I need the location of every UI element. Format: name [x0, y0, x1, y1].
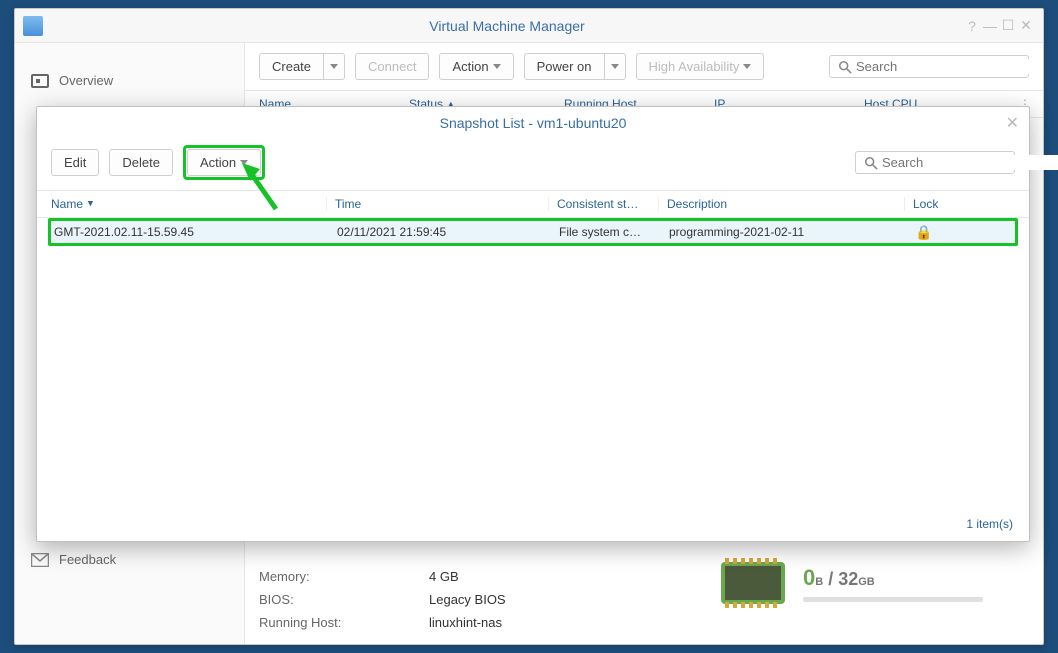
snap-col-time[interactable]: Time [326, 197, 548, 211]
search-icon [838, 60, 852, 74]
host-memory-widget: 0B / 32GB [721, 562, 983, 604]
snap-time: 02/11/2021 21:59:45 [329, 225, 551, 239]
minimize-button[interactable]: — [981, 18, 999, 34]
modal-action-button[interactable]: Action [187, 149, 261, 176]
main-search-input[interactable] [856, 59, 1032, 74]
search-icon [864, 156, 878, 170]
power-button[interactable]: Power on [524, 53, 605, 80]
snapshot-grid-header: Name ▲ Time Consistent st… Description L… [37, 190, 1029, 218]
sidebar-item-overview[interactable]: Overview [15, 61, 244, 100]
help-button[interactable]: ? [963, 18, 981, 34]
sidebar-item-feedback[interactable]: Feedback [15, 540, 244, 579]
chevron-down-icon [493, 64, 501, 69]
memory-bar [803, 597, 983, 602]
close-button[interactable]: ✕ [1017, 17, 1035, 34]
snap-col-consistent[interactable]: Consistent st… [548, 197, 658, 211]
modal-close-button[interactable]: ✕ [1006, 113, 1019, 133]
create-dropdown[interactable] [324, 53, 345, 80]
modal-toolbar: Edit Delete Action [37, 139, 1029, 190]
main-search[interactable] [829, 55, 1029, 78]
maximize-button[interactable]: ☐ [999, 17, 1017, 34]
overview-icon [31, 74, 49, 88]
sidebar-label-feedback: Feedback [59, 552, 116, 567]
chevron-down-icon [330, 64, 338, 69]
snapshot-modal: Snapshot List - vm1-ubuntu20 ✕ Edit Dele… [36, 106, 1030, 542]
chevron-down-icon [240, 160, 248, 165]
main-toolbar: Create Connect Action Power on High Avai… [245, 43, 1043, 91]
connect-button[interactable]: Connect [355, 53, 429, 80]
chevron-down-icon [611, 64, 619, 69]
edit-button[interactable]: Edit [51, 149, 99, 176]
power-button-group: Power on [524, 53, 626, 80]
snap-consistent: File system c… [551, 225, 661, 239]
action-button-main[interactable]: Action [439, 53, 513, 80]
power-dropdown[interactable] [605, 53, 626, 80]
snap-col-description[interactable]: Description [658, 197, 904, 211]
modal-search[interactable] [855, 151, 1015, 174]
create-button-group: Create [259, 53, 345, 80]
snap-col-lock[interactable]: Lock [904, 197, 964, 211]
action-highlight: Action [183, 145, 265, 180]
window-title: Virtual Machine Manager [51, 18, 963, 34]
sort-down-icon: ▲ [86, 199, 95, 209]
snap-col-name[interactable]: Name ▲ [51, 197, 326, 211]
snapshot-row[interactable]: GMT-2021.02.11-15.59.45 02/11/2021 21:59… [48, 218, 1018, 246]
app-icon [23, 16, 43, 36]
modal-title: Snapshot List - vm1-ubuntu20 ✕ [37, 107, 1029, 139]
create-button[interactable]: Create [259, 53, 324, 80]
ha-button[interactable]: High Availability [636, 53, 765, 80]
snap-lock: 🔒 [907, 224, 967, 241]
delete-button[interactable]: Delete [109, 149, 173, 176]
snap-description: programming-2021-02-11 [661, 225, 907, 239]
modal-search-input[interactable] [882, 155, 1058, 170]
chip-icon [721, 562, 785, 604]
memory-values: 0B / 32GB [803, 565, 983, 591]
mail-icon [31, 553, 49, 567]
lock-icon: 🔒 [915, 224, 932, 240]
modal-footer: 1 item(s) [37, 507, 1029, 541]
chevron-down-icon [743, 64, 751, 69]
snap-name: GMT-2021.02.11-15.59.45 [54, 225, 329, 239]
titlebar: Virtual Machine Manager ? — ☐ ✕ [15, 9, 1043, 43]
detail-host: Running Host: linuxhint-nas [245, 611, 1043, 644]
sidebar-label-overview: Overview [59, 73, 113, 88]
